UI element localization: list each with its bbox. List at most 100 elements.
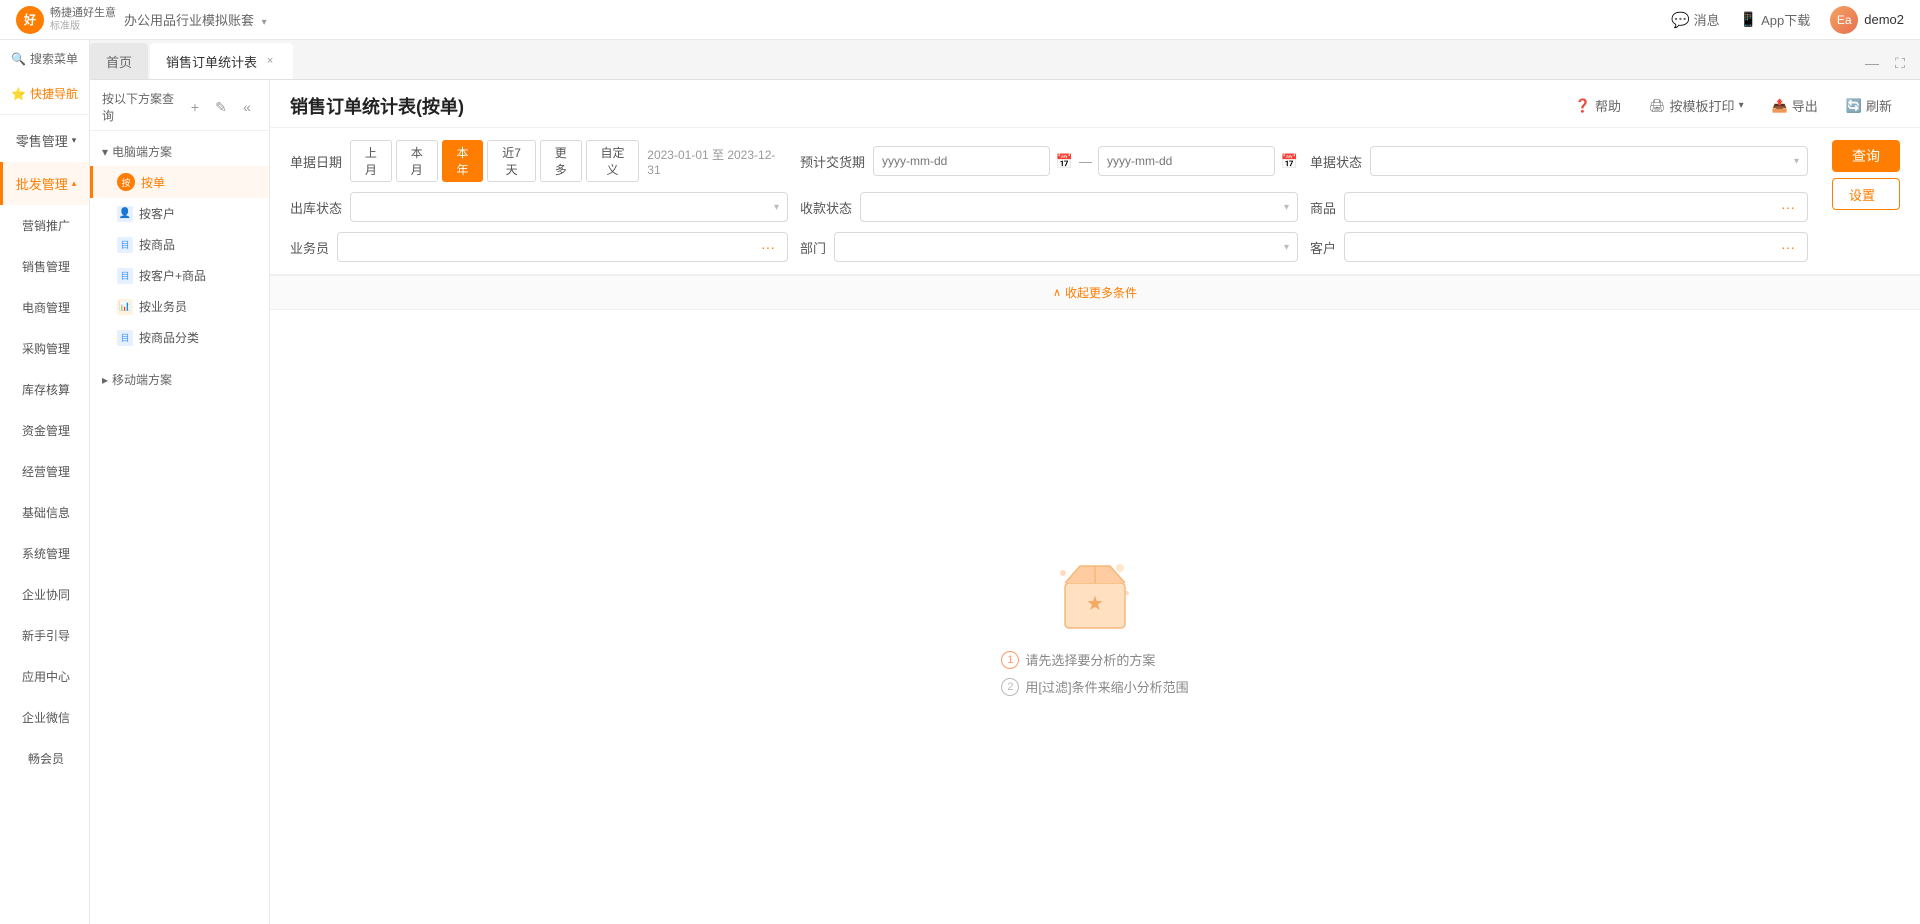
staff-more-icon[interactable]: ··· <box>757 239 779 255</box>
message-button[interactable]: 💬 消息 <box>1671 10 1720 29</box>
expected-date-end-input[interactable] <box>1098 146 1275 176</box>
scheme-icon-custgoods: 目 <box>117 268 133 284</box>
scheme-item-byorder[interactable]: 按 按单 <box>90 166 269 198</box>
chevron-up-icon: ▴ <box>72 178 77 189</box>
page-header: 销售订单统计表(按单) ❓ 帮助 🖨 按模板打印 📤 导出 <box>270 80 1920 128</box>
pc-scheme-section: ▾ 电脑端方案 按 按单 👤 按客户 目 按商品 <box>90 131 269 359</box>
page-title: 销售订单统计表(按单) <box>290 93 464 119</box>
refresh-button[interactable]: 🔄 刷新 <box>1838 92 1900 119</box>
left-panel: 按以下方案查询 + ✎ « ▾ 电脑端方案 按 按单 👤 <box>90 80 270 924</box>
sidebar-item-guide[interactable]: 新手引导 <box>0 615 89 656</box>
app-title[interactable]: 办公用品行业模拟账套 ▾ <box>124 10 267 29</box>
filter-area: 单据日期 上月 本月 本年 近7天 更多 自定义 <box>270 128 1920 275</box>
minimize-button[interactable]: — <box>1860 51 1884 75</box>
customer-group: 客户 ··· <box>1310 232 1808 262</box>
goods-group: 商品 ··· <box>1310 192 1808 222</box>
sidebar-item-wholesale[interactable]: 批发管理 ▴ <box>0 162 89 205</box>
help-icon: ❓ <box>1575 98 1591 114</box>
query-button[interactable]: 查询 <box>1832 140 1900 172</box>
shortcut-nav-button[interactable]: ⭐ 快捷导航 <box>0 77 89 110</box>
tab-close-button[interactable]: × <box>263 54 277 68</box>
sidebar-item-appcenter[interactable]: 应用中心 <box>0 656 89 697</box>
staff-select[interactable]: ··· <box>337 232 788 262</box>
sidebar-item-member[interactable]: 畅会员 <box>0 738 89 779</box>
tab-bar: 首页 销售订单统计表 × — ⛶ <box>90 40 1920 80</box>
doc-status-group: 单据状态 ▾ <box>1310 146 1808 176</box>
sidebar-item-marketing[interactable]: 营销推广 <box>0 205 89 246</box>
add-scheme-button[interactable]: + <box>185 97 205 117</box>
dept-select[interactable]: ▾ <box>834 232 1298 262</box>
dept-group: 部门 ▾ <box>800 232 1298 262</box>
edit-scheme-button[interactable]: ✎ <box>211 97 231 117</box>
sidebar-item-finance[interactable]: 资金管理 <box>0 410 89 451</box>
custom-date-btn[interactable]: 自定义 <box>586 140 640 182</box>
empty-state: ★ 1 请先选择要分析的方案 2 <box>270 310 1920 924</box>
this-month-btn[interactable]: 本月 <box>396 140 438 182</box>
expected-date-start-input[interactable] <box>873 146 1050 176</box>
current-year-btn[interactable]: 本年 <box>442 140 484 182</box>
tab-bar-actions: — ⛶ <box>1860 51 1920 79</box>
date-dash: — <box>1079 154 1092 169</box>
filter-row-1: 单据日期 上月 本月 本年 近7天 更多 自定义 <box>290 140 1808 182</box>
filter-row-3: 业务员 ··· 部门 <box>290 232 1808 262</box>
mobile-scheme-header[interactable]: ▸ 移动端方案 <box>90 365 269 394</box>
scheme-icon-staff: 📊 <box>117 299 133 315</box>
top-bar-left: 好 畅捷通好生意 标准版 办公用品行业模拟账套 ▾ <box>16 6 267 34</box>
collapse-panel-button[interactable]: « <box>237 97 257 117</box>
date-filter-group: 单据日期 上月 本月 本年 近7天 更多 自定义 <box>290 140 788 182</box>
payment-select[interactable]: ▾ <box>860 192 1298 222</box>
last7days-btn[interactable]: 近7天 <box>487 140 535 182</box>
last-month-btn[interactable]: 上月 <box>350 140 392 182</box>
help-button[interactable]: ❓ 帮助 <box>1567 92 1629 119</box>
search-icon: 🔍 <box>11 52 26 66</box>
payment-label: 收款状态 <box>800 198 852 217</box>
tip-num-1: 1 <box>1001 651 1019 669</box>
expected-date-group: 预计交货期 📅 — 📅 <box>800 146 1298 176</box>
sidebar-item-purchase[interactable]: 采购管理 <box>0 328 89 369</box>
pc-scheme-header[interactable]: ▾ 电脑端方案 <box>90 137 269 166</box>
scheme-item-bycustomergoods[interactable]: 目 按客户+商品 <box>90 260 269 291</box>
tab-sales-order[interactable]: 销售订单统计表 × <box>150 43 293 79</box>
mobile-scheme-section: ▸ 移动端方案 <box>90 359 269 400</box>
scheme-item-bycustomer[interactable]: 👤 按客户 <box>90 198 269 229</box>
sidebar-item-operation[interactable]: 经营管理 <box>0 451 89 492</box>
doc-status-select[interactable]: ▾ <box>1370 146 1808 176</box>
page-header-actions: ❓ 帮助 🖨 按模板打印 📤 导出 🔄 刷 <box>1567 92 1900 119</box>
top-bar-right: 💬 消息 📱 App下载 Ea demo2 <box>1671 6 1904 34</box>
customer-select[interactable]: ··· <box>1344 232 1808 262</box>
sidebar-item-system[interactable]: 系统管理 <box>0 533 89 574</box>
sidebar-item-sales[interactable]: 销售管理 <box>0 246 89 287</box>
user-area[interactable]: Ea demo2 <box>1830 6 1904 34</box>
staff-label: 业务员 <box>290 238 329 257</box>
sidebar-item-inventory[interactable]: 库存核算 <box>0 369 89 410</box>
dispatch-group: 出库状态 ▾ <box>290 192 788 222</box>
sidebar-item-basic[interactable]: 基础信息 <box>0 492 89 533</box>
message-icon: 💬 <box>1671 11 1690 29</box>
more-date-btn[interactable]: 更多 <box>540 140 582 182</box>
collapse-bar[interactable]: ∧ 收起更多条件 <box>270 275 1920 310</box>
pc-section-arrow-icon: ▾ <box>102 145 108 159</box>
chevron-down-icon: ▾ <box>72 135 77 146</box>
scheme-item-bycategory[interactable]: 目 按商品分类 <box>90 322 269 353</box>
search-menu-button[interactable]: 🔍 搜索菜单 <box>0 40 89 77</box>
scheme-item-bystaff[interactable]: 📊 按业务员 <box>90 291 269 322</box>
dispatch-select[interactable]: ▾ <box>350 192 788 222</box>
tab-home[interactable]: 首页 <box>90 43 148 79</box>
goods-more-icon[interactable]: ··· <box>1777 199 1799 215</box>
logo-area: 好 畅捷通好生意 标准版 <box>16 6 116 34</box>
scheme-item-bygoods[interactable]: 目 按商品 <box>90 229 269 260</box>
goods-select[interactable]: ··· <box>1344 192 1808 222</box>
sidebar-item-enterprise[interactable]: 企业协同 <box>0 574 89 615</box>
sidebar-item-wechat[interactable]: 企业微信 <box>0 697 89 738</box>
sidebar-item-ecommerce[interactable]: 电商管理 <box>0 287 89 328</box>
app-download-button[interactable]: 📱 App下载 <box>1740 10 1811 29</box>
customer-more-icon[interactable]: ··· <box>1777 239 1799 255</box>
settings-button[interactable]: 设置 <box>1832 178 1900 210</box>
expand-button[interactable]: ⛶ <box>1888 51 1912 75</box>
calendar-end-icon: 📅 <box>1281 153 1298 170</box>
tip-num-2: 2 <box>1001 678 1019 696</box>
export-button[interactable]: 📤 导出 <box>1764 92 1826 119</box>
sidebar-item-retail[interactable]: 零售管理 ▾ <box>0 119 89 162</box>
print-button[interactable]: 🖨 按模板打印 <box>1641 92 1752 119</box>
empty-svg: ★ <box>1045 538 1145 638</box>
